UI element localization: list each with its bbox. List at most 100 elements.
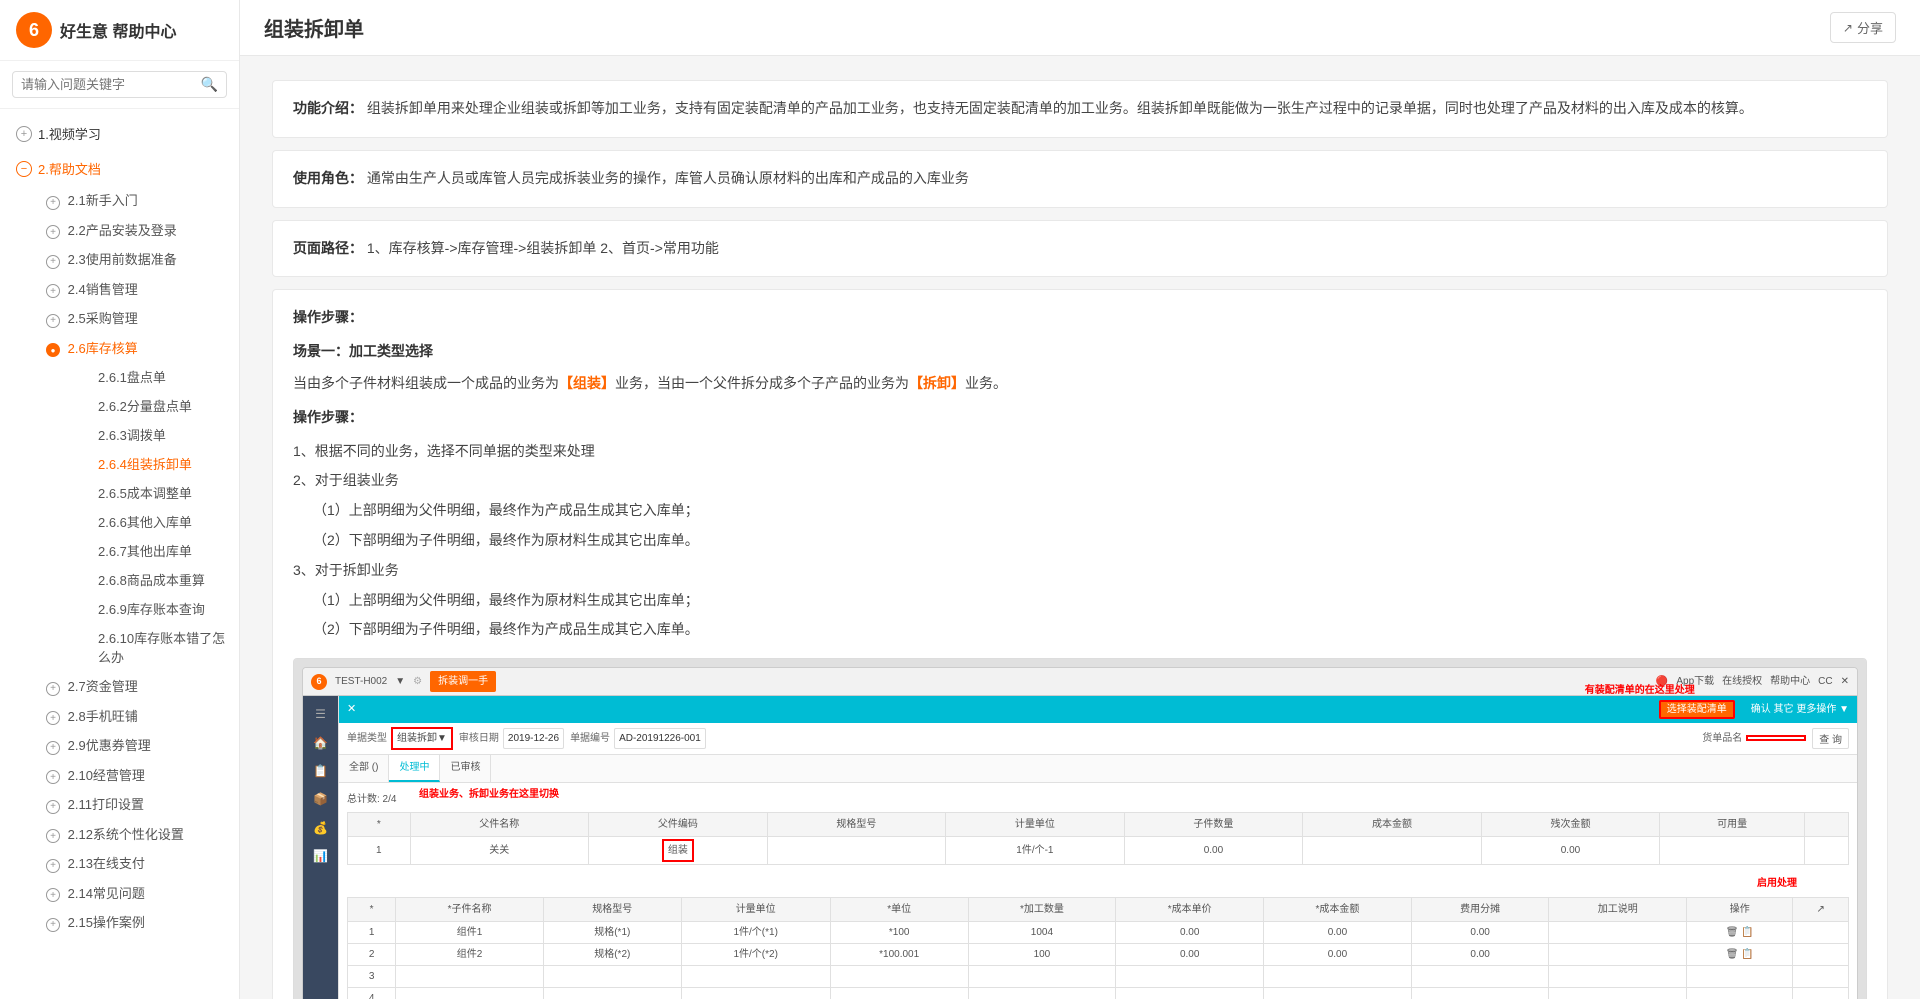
logo-icon: 6: [16, 12, 52, 48]
plus-icon: +: [46, 196, 60, 210]
role-label: 使用角色：: [293, 170, 363, 186]
sidebar-item-212[interactable]: + 2.12系统个性化设置: [38, 819, 239, 849]
step3-sub2: （2）下部明细为子件明细，最终作为产成品生成其它入库单。: [313, 618, 1867, 642]
sidebar-item-inventory-265[interactable]: 2.6.5成本调整单: [90, 478, 239, 507]
mock-lower-table: * *子件名称 规格型号 计量单位 *单位 *加工数量 *成本单价: [347, 897, 1849, 999]
steps-sub-title: 操作步骤：: [293, 406, 1867, 430]
sidebar-item-label: 2.帮助文档: [38, 159, 101, 178]
annotation-1: 有装配清单的在这里处理: [1585, 682, 1695, 699]
mock-upper-table: * 父件名称 父件编码 规格型号 计量单位 子件数量 成本金额: [347, 812, 1849, 865]
step3-sub1: （1）上部明细为父件明细，最终作为原材料生成其它出库单；: [313, 589, 1867, 613]
sidebar-item-inventory-268[interactable]: 2.6.8商品成本重算: [90, 565, 239, 594]
sidebar-item-211[interactable]: + 2.11打印设置: [38, 789, 239, 819]
mock-goods-input[interactable]: [1746, 735, 1806, 741]
sidebar-item-214[interactable]: + 2.14常见问题: [38, 878, 239, 908]
page-header: 组装拆卸单 ↗ 分享: [240, 0, 1920, 56]
step2-sub2: （2）下部明细为子件明细，最终作为原材料生成其它出库单。: [313, 529, 1867, 553]
sidebar-item-210[interactable]: + 2.10经营管理: [38, 760, 239, 790]
step2: 2、对于组装业务: [293, 469, 1867, 493]
mock-section-header: ✕ 有装配清单的在这里处理 选择装配清单 确认 其它 更多操作 ▼: [339, 696, 1857, 723]
mock-nav-tab: 拆装调一手: [430, 671, 496, 692]
main-area: 组装拆卸单 ↗ 分享 功能介绍： 组装拆卸单用来处理企业组装或拆卸等加工业务，支…: [240, 0, 1920, 999]
sidebar-item-newbie[interactable]: + 2.1新手入门: [38, 185, 239, 215]
sidebar-item-inventory-2610[interactable]: 2.6.10库存账本错了怎么办: [90, 623, 239, 671]
nav-sub-2: + 2.1新手入门 + 2.2产品安装及登录 + 2.3使用前数据准备 + 2.…: [0, 185, 239, 937]
sidebar-item-29[interactable]: + 2.9优惠券管理: [38, 730, 239, 760]
sidebar-item-sales[interactable]: + 2.4销售管理: [38, 274, 239, 304]
sidebar-item-inventory-266[interactable]: 2.6.6其他入库单: [90, 507, 239, 536]
search-input[interactable]: [21, 77, 201, 92]
nav-sub-sub-inventory: 2.6.1盘点单 2.6.2分量盘点单 2.6.3调拨单 2.6.4组装拆卸单 …: [38, 362, 239, 671]
plus-icon: +: [46, 225, 60, 239]
path-text: 1、库存核算->库存管理->组装拆卸单 2、首页->常用功能: [367, 240, 719, 256]
path-section: 页面路径： 1、库存核算->库存管理->组装拆卸单 2、首页->常用功能: [272, 220, 1888, 278]
sidebar-item-28[interactable]: + 2.8手机旺铺: [38, 701, 239, 731]
scene1-desc: 当由多个子件材料组装成一个成品的业务为【组装】业务，当由一个父件拆分成多个子产品…: [293, 372, 1867, 396]
table-row: 1 组件1 规格(*1) 1件/个(*1) *100 1004 0.00: [348, 921, 1849, 943]
plus-icon: +: [46, 255, 60, 269]
sidebar-item-video[interactable]: + 1.视频学习: [0, 117, 239, 150]
sidebar-item-purchase[interactable]: + 2.5采购管理: [38, 303, 239, 333]
sidebar-item-inventory-269[interactable]: 2.6.9库存账本查询: [90, 594, 239, 623]
role-section: 使用角色： 通常由生产人员或库管人员完成拆装业务的操作，库管人员确认原材料的出库…: [272, 150, 1888, 208]
mock-select-btn[interactable]: 选择装配清单: [1659, 700, 1735, 719]
desc-text: 当由多个子件材料组装成一个成品的业务为【组装】业务，当由一个父件拆分成多个子产品…: [293, 375, 1007, 391]
mock-tab-approved[interactable]: 已审核: [440, 755, 491, 782]
mock-left-nav: ☰ 🏠 📋 📦 💰 📊: [303, 696, 339, 999]
annotation-3: 启用处理: [1757, 875, 1797, 892]
search-area: 🔍: [0, 61, 239, 109]
plus-icon: +: [46, 284, 60, 298]
mock-tab-bar: 全部 () 处理中 已审核: [339, 755, 1857, 783]
sidebar-item-inventory[interactable]: ● 2.6库存核算: [38, 333, 239, 363]
sidebar-item-inventory-261[interactable]: 2.6.1盘点单: [90, 362, 239, 391]
sidebar-item-data-prep[interactable]: + 2.3使用前数据准备: [38, 244, 239, 274]
mock-browser: 6 TEST-H002 ▼ ⚙ 拆装调一手 🔴 App下载 在线授权 帮助中心 …: [302, 667, 1858, 999]
sidebar-item-help-docs[interactable]: − 2.帮助文档: [0, 152, 239, 185]
table-row: 2 组件2 规格(*2) 1件/个(*2) *100.001 100 0.00: [348, 943, 1849, 965]
sidebar-item-213[interactable]: + 2.13在线支付: [38, 848, 239, 878]
step2-sub1: （1）上部明细为父件明细，最终作为产成品生成其它入库单；: [313, 499, 1867, 523]
nav-tree: + 1.视频学习 − 2.帮助文档 + 2.1新手入门 + 2.2产品安装及登录: [0, 109, 239, 999]
sidebar-item-inventory-267[interactable]: 2.6.7其他出库单: [90, 536, 239, 565]
mock-test-id: TEST-H002: [335, 673, 387, 690]
dot-icon: ●: [46, 343, 60, 357]
annotation-2: 组装业务、拆卸业务在这里切换: [419, 786, 559, 803]
search-box: 🔍: [12, 71, 227, 98]
sidebar: 6 好生意 帮助中心 🔍 + 1.视频学习 − 2.帮助文档 + 2.1新手入: [0, 0, 240, 999]
scene1-title: 场景一：加工类型选择: [293, 340, 1867, 364]
table-row: 4: [348, 987, 1849, 999]
mock-type-select[interactable]: 组装拆卸▼: [391, 727, 453, 750]
share-icon: ↗: [1843, 21, 1853, 35]
screenshot-container: 6 TEST-H002 ▼ ⚙ 拆装调一手 🔴 App下载 在线授权 帮助中心 …: [293, 658, 1867, 999]
role-text: 通常由生产人员或库管人员完成拆装业务的操作，库管人员确认原材料的出库和产成品的入…: [367, 170, 969, 186]
sidebar-item-install[interactable]: + 2.2产品安装及登录: [38, 215, 239, 245]
minus-icon: −: [16, 161, 32, 177]
page-title: 组装拆卸单: [264, 13, 364, 42]
intro-section: 功能介绍： 组装拆卸单用来处理企业组装或拆卸等加工业务，支持有固定装配清单的产品…: [272, 80, 1888, 138]
sidebar-item-inventory-262[interactable]: 2.6.2分量盘点单: [90, 391, 239, 420]
plus-icon: +: [46, 314, 60, 328]
nav-section-1: + 1.视频学习: [0, 117, 239, 150]
sidebar-item-215[interactable]: + 2.15操作案例: [38, 907, 239, 937]
mock-logo: 6: [311, 674, 327, 690]
sidebar-item-inventory-263[interactable]: 2.6.3调拨单: [90, 420, 239, 449]
mock-tab-all[interactable]: 全部 (): [339, 755, 389, 782]
mock-form-row: 单据类型 组装拆卸▼ 审核日期 2019-12-26 单据编号: [339, 723, 1857, 755]
share-button[interactable]: ↗ 分享: [1830, 12, 1896, 43]
step3: 3、对于拆卸业务: [293, 559, 1867, 583]
intro-text: 组装拆卸单用来处理企业组装或拆卸等加工业务，支持有固定装配清单的产品加工业务，也…: [367, 100, 1753, 116]
sidebar-item-27[interactable]: + 2.7资金管理: [38, 671, 239, 701]
logo-area: 6 好生意 帮助中心: [0, 0, 239, 61]
sidebar-item-label: 1.视频学习: [38, 124, 101, 143]
nav-section-2: − 2.帮助文档 + 2.1新手入门 + 2.2产品安装及登录 + 2.3使用前…: [0, 152, 239, 937]
logo-text: 好生意 帮助中心: [60, 18, 176, 42]
mock-search-btn[interactable]: 查 询: [1812, 728, 1849, 749]
path-label: 页面路径：: [293, 240, 363, 256]
sidebar-item-inventory-264[interactable]: 2.6.4组装拆卸单: [90, 449, 239, 478]
operations-section: 操作步骤： 场景一：加工类型选择 当由多个子件材料组装成一个成品的业务为【组装】…: [272, 289, 1888, 999]
step1: 1、根据不同的业务，选择不同单据的类型来处理: [293, 440, 1867, 464]
search-icon[interactable]: 🔍: [201, 76, 218, 93]
plus-icon: +: [16, 126, 32, 142]
mock-tab-pending[interactable]: 处理中: [389, 755, 440, 782]
table-row: 3: [348, 965, 1849, 987]
